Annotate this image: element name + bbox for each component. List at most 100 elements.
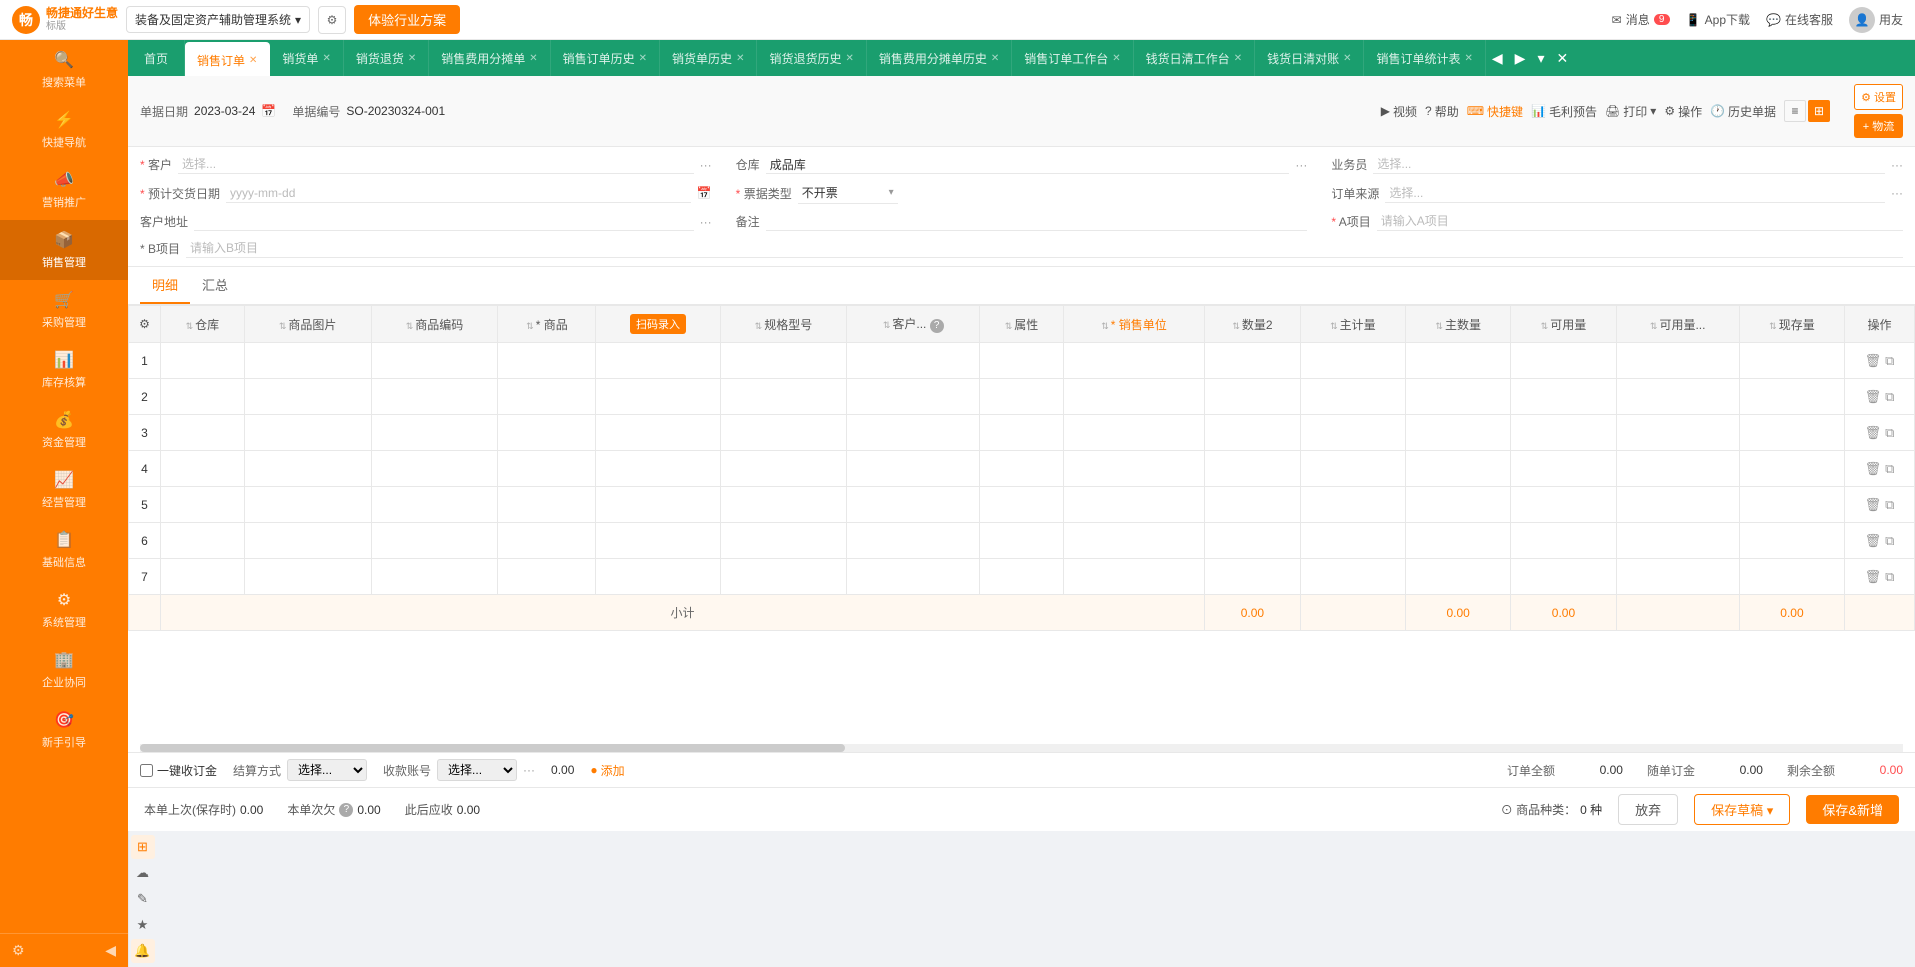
calendar-icon[interactable]: 📅 xyxy=(261,104,276,118)
tab-expense-split-history[interactable]: 销售费用分摊单历史 ✕ xyxy=(867,40,1012,76)
tab-order-history[interactable]: 销售订单历史 ✕ xyxy=(551,40,660,76)
customer-input[interactable] xyxy=(178,155,694,174)
salesperson-dots[interactable]: ··· xyxy=(1891,158,1903,172)
row-1-code[interactable] xyxy=(371,343,498,379)
row-4-avail[interactable] xyxy=(1511,451,1616,487)
row-7-unit[interactable] xyxy=(1063,559,1204,595)
row-1-copy-icon[interactable]: ⧉ xyxy=(1885,353,1894,369)
row-4-warehouse[interactable] xyxy=(161,451,245,487)
row-6-code[interactable] xyxy=(371,523,498,559)
row-1-spec[interactable] xyxy=(720,343,847,379)
sidebar-item-sales[interactable]: 📦 销售管理 xyxy=(0,220,128,280)
row-3-stock[interactable] xyxy=(1739,415,1844,451)
sidebar-settings-icon[interactable]: ⚙ xyxy=(12,942,25,959)
row-4-qty2[interactable] xyxy=(1205,451,1301,487)
row-7-avail[interactable] xyxy=(1511,559,1616,595)
b-project-input[interactable] xyxy=(186,239,1903,258)
user-item[interactable]: 👤 用友 xyxy=(1849,7,1903,33)
row-3-attr[interactable] xyxy=(980,415,1064,451)
tab-order-workbench[interactable]: 销售订单工作台 ✕ xyxy=(1012,40,1133,76)
row-7-customer-code[interactable] xyxy=(847,559,980,595)
row-2-main-qty[interactable] xyxy=(1406,379,1511,415)
delivery-cal-icon[interactable]: 📅 xyxy=(697,186,712,200)
save-draft-btn[interactable]: 保存草稿 ▾ xyxy=(1694,794,1790,825)
row-4-unit[interactable] xyxy=(1063,451,1204,487)
customer-dots[interactable]: ··· xyxy=(700,158,712,172)
row-1-main-qty[interactable] xyxy=(1406,343,1511,379)
customer-code-sort-icon[interactable]: ⇅ xyxy=(883,320,891,330)
table-scrollbar[interactable] xyxy=(140,744,1903,752)
customer-code-info-icon[interactable]: ? xyxy=(930,319,944,333)
row-6-spec[interactable] xyxy=(720,523,847,559)
row-1-delete-icon[interactable]: 🗑 xyxy=(1865,353,1882,369)
row-1-unit[interactable] xyxy=(1063,343,1204,379)
attribute-sort-icon[interactable]: ⇅ xyxy=(1005,321,1013,331)
tab-close-all-btn[interactable]: ✕ xyxy=(1550,50,1574,67)
tab-prev-btn[interactable]: ◀ xyxy=(1486,50,1509,67)
stock-qty-sort-icon[interactable]: ⇅ xyxy=(1769,321,1777,331)
row-7-attr[interactable] xyxy=(980,559,1064,595)
tab-expense-split-history-close-icon[interactable]: ✕ xyxy=(991,53,999,64)
row-1-avail[interactable] xyxy=(1511,343,1616,379)
row-4-attr[interactable] xyxy=(980,451,1064,487)
row-1-product[interactable] xyxy=(498,343,596,379)
print-btn[interactable]: 🖨 打印 ▾ xyxy=(1605,103,1656,120)
tab-next-btn[interactable]: ▶ xyxy=(1509,50,1532,67)
row-1-qty2[interactable] xyxy=(1205,343,1301,379)
online-service-item[interactable]: 💬 在线客服 xyxy=(1766,11,1833,28)
scan-btn[interactable]: 扫码录入 xyxy=(630,314,686,334)
row-2-product[interactable] xyxy=(498,379,596,415)
tab-sales-return-goods[interactable]: 销货退货 ✕ xyxy=(344,40,429,76)
row-3-spec[interactable] xyxy=(720,415,847,451)
row-7-delete-icon[interactable]: 🗑 xyxy=(1865,569,1882,585)
row-6-product[interactable] xyxy=(498,523,596,559)
row-3-customer-code[interactable] xyxy=(847,415,980,451)
row-6-qty2[interactable] xyxy=(1205,523,1301,559)
row-7-product[interactable] xyxy=(498,559,596,595)
app-download-item[interactable]: 📱 App下载 xyxy=(1686,11,1750,28)
tab-sales-order-close-icon[interactable]: ✕ xyxy=(249,55,257,66)
row-3-product[interactable] xyxy=(498,415,596,451)
row-7-spec[interactable] xyxy=(720,559,847,595)
row-5-avail2[interactable] xyxy=(1616,487,1739,523)
main-qty-sort-icon[interactable]: ⇅ xyxy=(1435,321,1443,331)
row-5-code[interactable] xyxy=(371,487,498,523)
row-4-stock[interactable] xyxy=(1739,451,1844,487)
right-panel-edit-icon[interactable]: ✎ xyxy=(131,887,155,911)
row-5-main-qty[interactable] xyxy=(1406,487,1511,523)
row-6-avail2[interactable] xyxy=(1616,523,1739,559)
layout-btn-list[interactable]: ≡ xyxy=(1784,100,1806,122)
sidebar-item-enterprise[interactable]: 🏢 企业协同 xyxy=(0,640,128,700)
row-5-spec[interactable] xyxy=(720,487,847,523)
sales-unit-sort-icon[interactable]: ⇅ xyxy=(1101,321,1109,331)
row-6-avail[interactable] xyxy=(1511,523,1616,559)
tab-expense-split[interactable]: 销售费用分摊单 ✕ xyxy=(429,40,550,76)
sidebar-item-operations[interactable]: 📈 经营管理 xyxy=(0,460,128,520)
history-btn[interactable]: 🕐 历史单据 xyxy=(1710,103,1776,120)
settings-button[interactable]: ⚙ xyxy=(318,6,346,34)
invoice-type-select[interactable]: 不开票 ▾ xyxy=(798,182,898,204)
sidebar-item-marketing[interactable]: 📣 营销推广 xyxy=(0,160,128,220)
row-2-spec[interactable] xyxy=(720,379,847,415)
order-source-input[interactable] xyxy=(1385,184,1885,203)
row-1-main-unit[interactable] xyxy=(1300,343,1405,379)
row-6-customer-code[interactable] xyxy=(847,523,980,559)
scrollbar-thumb[interactable] xyxy=(140,744,845,752)
col-settings[interactable]: ⚙ xyxy=(129,306,161,343)
row-5-stock[interactable] xyxy=(1739,487,1844,523)
row-3-warehouse[interactable] xyxy=(161,415,245,451)
row-5-delete-icon[interactable]: 🗑 xyxy=(1865,497,1882,513)
bank-account-dots[interactable]: ··· xyxy=(523,763,535,777)
row-7-code[interactable] xyxy=(371,559,498,595)
row-4-main-qty[interactable] xyxy=(1406,451,1511,487)
sidebar-item-purchase[interactable]: 🛒 采购管理 xyxy=(0,280,128,340)
save-new-btn[interactable]: 保存&新增 xyxy=(1806,795,1899,824)
sidebar-item-inventory[interactable]: 📊 库存核算 xyxy=(0,340,128,400)
warehouse-dots[interactable]: ··· xyxy=(1295,158,1307,172)
row-7-stock[interactable] xyxy=(1739,559,1844,595)
row-1-customer-code[interactable] xyxy=(847,343,980,379)
sidebar-item-guide[interactable]: 🎯 新手引导 xyxy=(0,700,128,760)
product-sort-icon[interactable]: ⇅ xyxy=(526,321,534,331)
row-1-warehouse[interactable] xyxy=(161,343,245,379)
operation-btn[interactable]: ⚙ 操作 xyxy=(1664,103,1702,120)
